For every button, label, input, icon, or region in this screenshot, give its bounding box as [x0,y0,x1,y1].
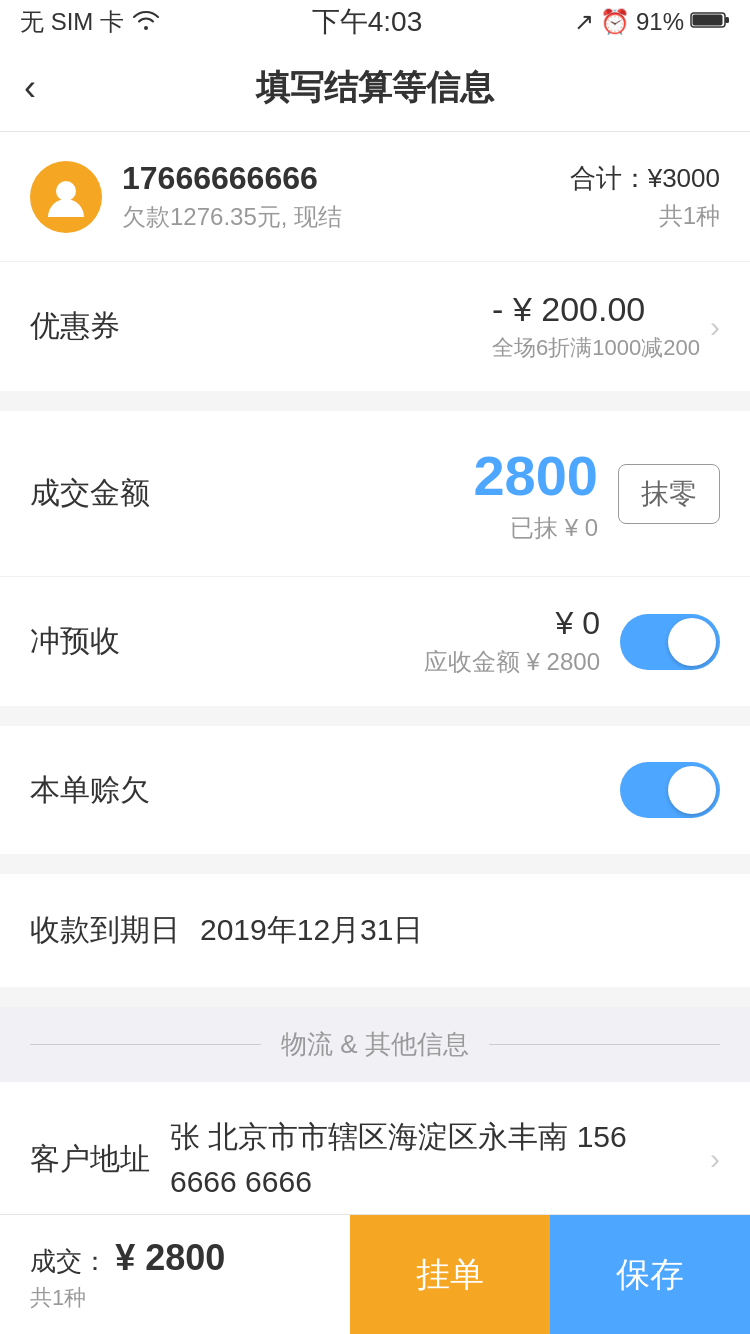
hold-button[interactable]: 挂单 [350,1215,550,1335]
user-total: 合计：¥3000 共1种 [570,161,720,232]
coupon-desc: 全场6折满1000减200 [492,333,700,363]
logistics-divider: 物流 & 其他信息 [0,1007,750,1082]
address-row[interactable]: 客户地址 张 北京市市辖区海淀区永丰南 156 6666 6666 › [0,1082,750,1236]
coupon-discount: - ¥ 200.00 [492,290,700,329]
due-date-value: 2019年12月31日 [200,910,423,951]
user-left: 17666666666 欠款1276.35元, 现结 [30,160,342,233]
precharge-toggle[interactable] [620,614,720,670]
precharge-row: 冲预收 ¥ 0 应收金额 ¥ 2800 [0,576,750,706]
credit-label: 本单赊欠 [30,770,150,811]
page-title: 填写结算等信息 [256,65,494,111]
status-left: 无 SIM 卡 [20,6,160,38]
amount-sub: 已抹 ¥ 0 [473,512,598,544]
address-chevron-icon: › [710,1142,720,1176]
precharge-value: ¥ 0 [424,605,600,642]
coupon-row[interactable]: 优惠券 - ¥ 200.00 全场6折满1000减200 › [0,261,750,391]
user-avatar-icon [44,175,88,219]
summary-amount: ¥ 2800 [115,1237,225,1278]
content: 17666666666 欠款1276.35元, 现结 合计：¥3000 共1种 … [0,132,750,1334]
credit-toggle[interactable] [620,762,720,818]
battery-level: 91% [636,8,684,36]
alarm-icon: ⏰ [600,8,630,36]
bottom-summary-amount-row: 成交： ¥ 2800 [30,1237,320,1279]
save-button[interactable]: 保存 [550,1215,750,1335]
credit-toggle-thumb [668,766,716,814]
credit-row: 本单赊欠 [0,726,750,854]
bottom-summary: 成交： ¥ 2800 共1种 [0,1237,350,1313]
user-phone: 17666666666 [122,160,342,197]
user-debt: 欠款1276.35元, 现结 [122,201,342,233]
amount-right: 2800 已抹 ¥ 0 抹零 [473,443,720,544]
avatar [30,161,102,233]
wifi-icon [132,8,160,36]
summary-count: 共1种 [30,1283,320,1313]
address-value: 张 北京市市辖区海淀区永丰南 156 6666 6666 [150,1114,710,1204]
amount-label: 成交金额 [30,473,150,514]
due-date-row: 收款到期日 2019年12月31日 [0,874,750,987]
summary-label: 成交： [30,1246,108,1276]
amount-row: 成交金额 2800 已抹 ¥ 0 抹零 [0,411,750,576]
divider-line-right [489,1044,720,1045]
status-right: ↗ ⏰ 91% [574,8,730,36]
precharge-label: 冲预收 [30,621,120,662]
precharge-right: ¥ 0 应收金额 ¥ 2800 [424,605,720,678]
round-button[interactable]: 抹零 [618,464,720,524]
due-date-label: 收款到期日 [30,910,180,951]
user-section: 17666666666 欠款1276.35元, 现结 合计：¥3000 共1种 … [0,132,750,391]
total-count: 共1种 [570,200,720,232]
bottom-bar: 成交： ¥ 2800 共1种 挂单 保存 [0,1214,750,1334]
status-bar: 无 SIM 卡 下午4:03 ↗ ⏰ 91% [0,0,750,44]
carrier-label: 无 SIM 卡 [20,6,124,38]
total-label: 合计：¥3000 [570,161,720,196]
amount-value: 2800 [473,443,598,508]
coupon-label: 优惠券 [30,306,120,347]
user-row: 17666666666 欠款1276.35元, 现结 合计：¥3000 共1种 [0,132,750,261]
location-icon: ↗ [574,8,594,36]
user-info: 17666666666 欠款1276.35元, 现结 [122,160,342,233]
precharge-sub: 应收金额 ¥ 2800 [424,646,600,678]
address-label: 客户地址 [30,1139,150,1180]
chevron-right-icon: › [710,310,720,344]
amount-section: 成交金额 2800 已抹 ¥ 0 抹零 冲预收 ¥ 0 应收金额 ¥ 2800 [0,411,750,706]
svg-point-3 [56,181,76,201]
svg-rect-2 [693,15,723,26]
back-button[interactable]: ‹ [24,67,36,109]
status-time: 下午4:03 [312,3,423,41]
battery-icon [690,8,730,36]
nav-bar: ‹ 填写结算等信息 [0,44,750,132]
logistics-label: 物流 & 其他信息 [281,1027,469,1062]
toggle-thumb [668,618,716,666]
svg-rect-1 [725,17,729,23]
divider-line-left [30,1044,261,1045]
